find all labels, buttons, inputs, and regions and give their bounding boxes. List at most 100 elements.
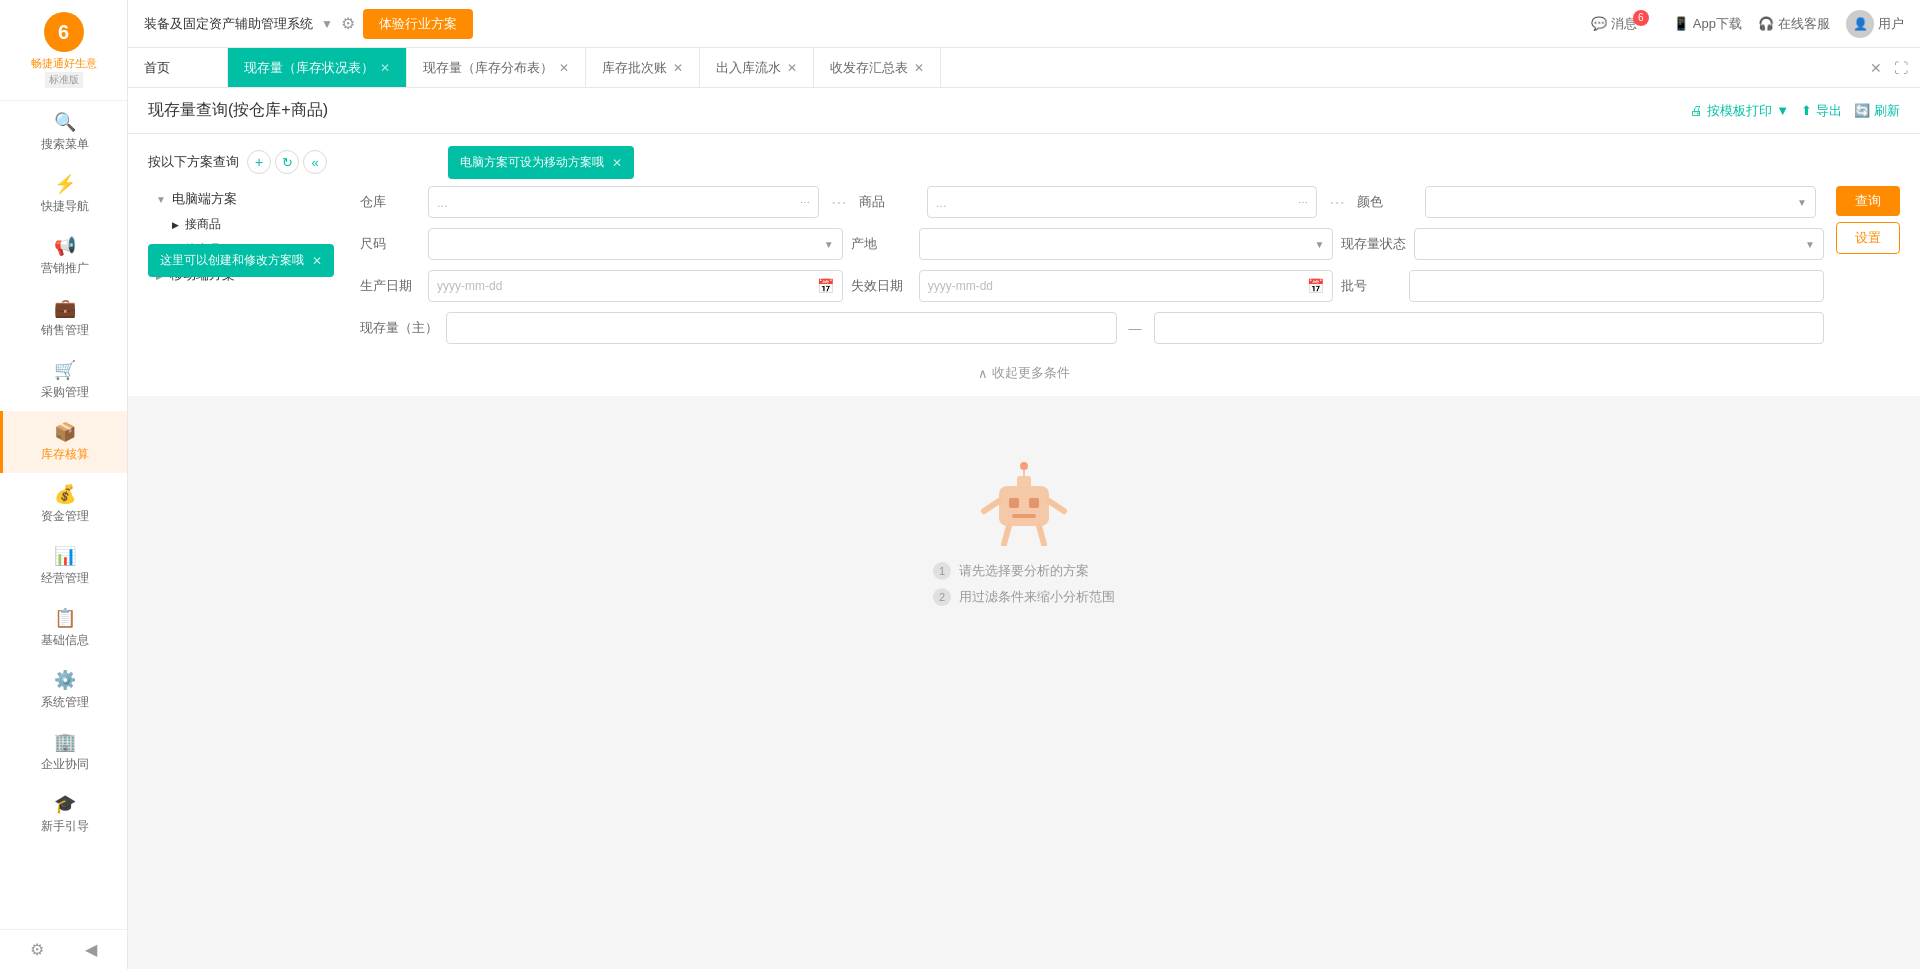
tab-batch-ledger-close[interactable]: ✕ [673,61,683,75]
tab-inout-flow-close[interactable]: ✕ [787,61,797,75]
add-scheme-button[interactable]: + [247,150,271,174]
sidebar-item-search[interactable]: 🔍 搜索菜单 [0,101,127,163]
quick-nav-icon: ⚡ [54,173,76,195]
tab-recv-summary-close[interactable]: ✕ [914,61,924,75]
filter-warehouse: 仓库 ... ⋯ [360,186,819,218]
topbar-support[interactable]: 🎧 在线客服 [1758,15,1830,33]
tab-inventory-status[interactable]: 现存量（库存状况表） ✕ [228,48,407,87]
prod-date-placeholder: yyyy-mm-dd [437,279,502,293]
tip-1-num: 1 [933,562,951,580]
back-button[interactable]: « [303,150,327,174]
svg-point-6 [1020,462,1028,470]
stock-status-arrow-icon: ▼ [1805,239,1815,250]
stock-main-range-sep: — [1125,321,1146,336]
sidebar-item-quick[interactable]: ⚡ 快捷导航 [0,163,127,225]
stock-main-label: 现存量（主） [360,319,438,337]
tab-inventory-dist-close[interactable]: ✕ [559,61,569,75]
marketing-nav-icon: 📢 [54,235,76,257]
sidebar-item-finance[interactable]: 💰 资金管理 [0,473,127,535]
stock-status-select[interactable]: ▼ [1414,228,1824,260]
sidebar-item-sales[interactable]: 💼 销售管理 [0,287,127,349]
system-dropdown-icon[interactable]: ▼ [321,17,333,31]
prod-date-calendar-icon[interactable]: 📅 [817,278,834,294]
expiry-date-calendar-icon[interactable]: 📅 [1307,278,1324,294]
sidebar-settings-icon[interactable]: ⚙ [30,940,44,959]
filter-origin: 产地 ▼ [851,228,1334,260]
tip-2-text: 用过滤条件来缩小分析范围 [959,588,1115,606]
tab-inventory-status-close[interactable]: ✕ [380,61,390,75]
print-arrow-icon: ▼ [1776,103,1789,118]
filter-batch: 批号 [1341,270,1824,302]
print-button[interactable]: 🖨 按模板打印 ▼ [1690,102,1789,120]
sidebar-logo: 6 畅捷通好生意 标准版 [0,0,127,101]
sidebar-item-finance-label: 资金管理 [41,508,89,525]
system-nav-icon: ⚙️ [54,669,76,691]
support-label: 在线客服 [1778,15,1830,33]
sidebar-item-sales-label: 销售管理 [41,322,89,339]
goods-arrow-icon: ⋯ [1298,197,1308,208]
tooltip-edit-text: 这里可以创建和修改方案哦 [160,252,304,269]
sidebar-item-system[interactable]: ⚙️ 系统管理 [0,659,127,721]
svg-line-8 [1049,501,1064,511]
sidebar-item-marketing[interactable]: 📢 营销推广 [0,225,127,287]
tooltip-edit-close[interactable]: ✕ [312,254,322,268]
sidebar-item-inventory[interactable]: 📦 库存核算 [0,411,127,473]
print-icon: 🖨 [1690,103,1703,118]
tabbar-fullscreen-icon[interactable]: ⛶ [1890,56,1912,80]
search-button[interactable]: 查询 [1836,186,1900,216]
svg-line-10 [1039,526,1044,544]
sales-nav-icon: 💼 [54,297,76,319]
pc-scheme-item-1[interactable]: ▶ 接商品 [164,212,348,237]
expiry-date-input[interactable]: yyyy-mm-dd 📅 [919,270,1334,302]
origin-select[interactable]: ▼ [919,228,1334,260]
topbar-app[interactable]: 📱 App下载 [1673,15,1742,33]
empty-illustration [974,456,1074,546]
prod-date-input[interactable]: yyyy-mm-dd 📅 [428,270,843,302]
size-select[interactable]: ▼ [428,228,843,260]
color-select[interactable]: ▼ [1425,186,1816,218]
goods-select[interactable]: ... ⋯ [927,186,1318,218]
sidebar-collapse-icon[interactable]: ◀ [85,940,97,959]
collapse-more-button[interactable]: ∧ 收起更多条件 [148,354,1900,392]
set-button[interactable]: 设置 [1836,222,1900,254]
batch-label: 批号 [1341,277,1401,295]
tab-home[interactable]: 首页 [128,48,228,87]
refresh-scheme-button[interactable]: ↻ [275,150,299,174]
topbar-message[interactable]: 💬 消息 6 [1591,15,1657,33]
tab-inventory-dist[interactable]: 现存量（库存分布表） ✕ [407,48,586,87]
warehouse-select[interactable]: ... ⋯ [428,186,819,218]
warehouse-dots-icon[interactable]: ⋯ [827,193,851,212]
sidebar-item-basic[interactable]: 📋 基础信息 [0,597,127,659]
sidebar-item-purchase[interactable]: 🛒 采购管理 [0,349,127,411]
batch-input[interactable] [1409,270,1824,302]
tabbar-close-all-icon[interactable]: ✕ [1866,56,1886,80]
origin-arrow-icon: ▼ [1314,239,1324,250]
tab-inventory-status-label: 现存量（库存状况表） [244,59,374,77]
tab-inout-flow[interactable]: 出入库流水 ✕ [700,48,814,87]
stock-main-min-input[interactable] [446,312,1117,344]
scheme-tree-pc[interactable]: ▼ 电脑端方案 [148,186,348,212]
export-button[interactable]: ⬆ 导出 [1801,102,1842,120]
refresh-button[interactable]: 🔄 刷新 [1854,102,1900,120]
collapse-icon: ∧ [978,366,988,381]
tab-batch-ledger[interactable]: 库存批次账 ✕ [586,48,700,87]
topbar-user[interactable]: 👤 用户 [1846,10,1904,38]
sidebar-item-enterprise[interactable]: 🏢 企业协同 [0,721,127,783]
stock-main-max-input[interactable] [1154,312,1825,344]
refresh-label: 刷新 [1874,102,1900,120]
tab-recv-summary[interactable]: 收发存汇总表 ✕ [814,48,941,87]
tooltip-pc-close[interactable]: ✕ [612,156,622,170]
guide-nav-icon: 🎓 [54,793,76,815]
basic-nav-icon: 📋 [54,607,76,629]
sidebar-item-operation[interactable]: 📊 经营管理 [0,535,127,597]
tooltip-pc-text: 电脑方案可设为移动方案哦 [460,154,604,171]
empty-state: 1 请先选择要分析的方案 2 用过滤条件来缩小分析范围 [128,396,1920,666]
sidebar-item-purchase-label: 采购管理 [41,384,89,401]
sidebar-item-guide[interactable]: 🎓 新手引导 [0,783,127,845]
filter-label: 按以下方案查询 [148,153,239,171]
topbar-settings-icon[interactable]: ⚙ [341,14,355,33]
message-badge: 6 [1633,10,1649,26]
goods-dots-icon[interactable]: ⋯ [1325,193,1349,212]
system-name: 装备及固定资产辅助管理系统 [144,15,313,33]
exp-industry-button[interactable]: 体验行业方案 [363,9,473,39]
